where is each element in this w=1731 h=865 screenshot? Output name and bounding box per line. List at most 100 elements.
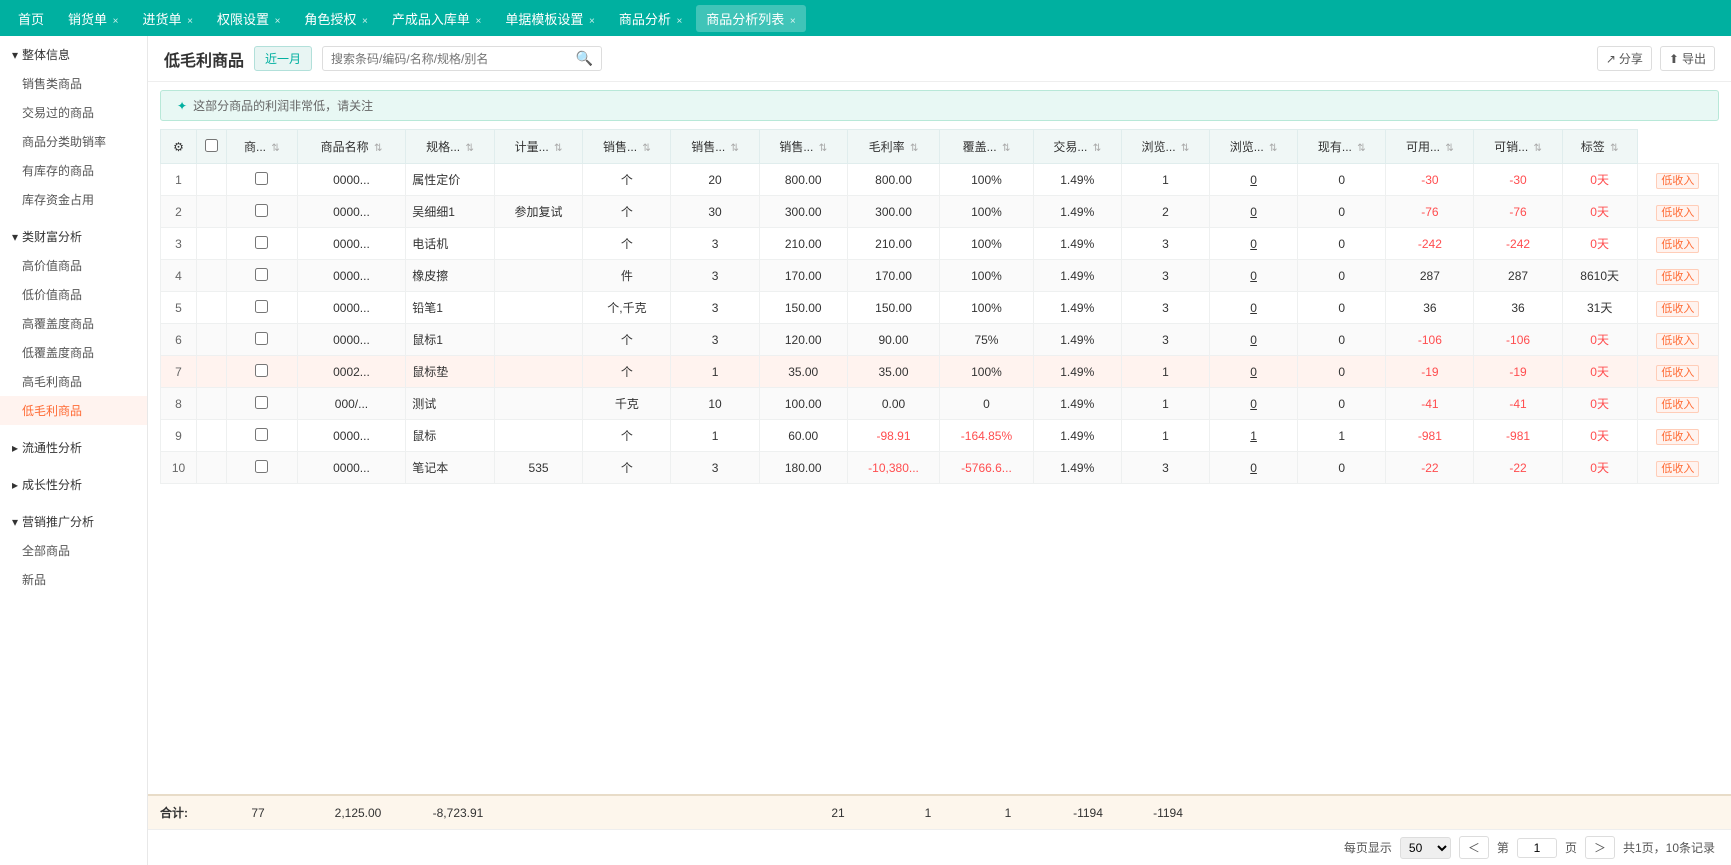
row-checkbox[interactable] [255, 364, 268, 377]
row-view1[interactable]: 0 [1210, 196, 1298, 228]
sidebar-item-stock-capital[interactable]: 库存资金占用 [0, 185, 147, 214]
sidebar-group-title-growth[interactable]: ▸ 成长性分析 [0, 470, 147, 499]
row-checkbox[interactable] [255, 396, 268, 409]
row-checkbox-cell[interactable] [227, 388, 298, 420]
sidebar-group-title-overall[interactable]: ▾ 整体信息 [0, 40, 147, 69]
sidebar-item-high-coverage[interactable]: 高覆盖度商品 [0, 309, 147, 338]
row-view1[interactable]: 0 [1210, 228, 1298, 260]
row-view1[interactable]: 1 [1210, 420, 1298, 452]
nav-product-analysis-list[interactable]: 商品分析列表 × [696, 5, 805, 32]
row-spec [494, 260, 583, 292]
page-number-input[interactable] [1517, 838, 1557, 858]
col-settings[interactable]: ⚙ [161, 130, 197, 164]
sidebar-item-all-goods[interactable]: 全部商品 [0, 536, 147, 565]
nav-close-sales[interactable]: × [113, 16, 119, 27]
row-checkbox[interactable] [255, 300, 268, 313]
sidebar-item-low-margin[interactable]: 低毛利商品 [0, 396, 147, 425]
row-checkbox-cell[interactable] [227, 356, 298, 388]
nav-close-permissions[interactable]: × [275, 16, 281, 27]
row-checkbox[interactable] [255, 204, 268, 217]
nav-product-analysis[interactable]: 商品分析 × [609, 5, 692, 32]
search-icon[interactable]: 🔍 [576, 50, 593, 67]
nav-template-settings[interactable]: 单据模板设置 × [495, 5, 604, 32]
row-code: 0000... [297, 452, 405, 484]
footer-gross: -8,723.91 [408, 806, 508, 820]
row-checkbox-cell[interactable] [227, 228, 298, 260]
nav-close-template[interactable]: × [589, 16, 595, 27]
prev-page-button[interactable]: ＜ [1459, 836, 1489, 859]
row-view1[interactable]: 0 [1210, 356, 1298, 388]
sidebar-item-high-margin[interactable]: 高毛利商品 [0, 367, 147, 396]
sidebar-item-high-value[interactable]: 高价值商品 [0, 251, 147, 280]
nav-close-analysis-list[interactable]: × [790, 16, 796, 27]
row-view1[interactable]: 0 [1210, 452, 1298, 484]
row-view1[interactable]: 0 [1210, 164, 1298, 196]
sidebar-item-category-rate[interactable]: 商品分类助销率 [0, 127, 147, 156]
next-page-button[interactable]: ＞ [1585, 836, 1615, 859]
table-container[interactable]: ⚙ 商... ⇅ 商品名称 ⇅ 规格... ⇅ 计量... ⇅ 销售... ⇅ … [148, 129, 1731, 794]
table-footer: 合计: 77 2,125.00 -8,723.91 21 1 1 -1194 -… [148, 794, 1731, 829]
nav-role-auth[interactable]: 角色授权 × [294, 5, 377, 32]
col-gross: 销售... ⇅ [759, 130, 847, 164]
row-spec [494, 324, 583, 356]
nav-close-analysis[interactable]: × [676, 16, 682, 27]
page-size-select[interactable]: 50 100 200 [1400, 837, 1451, 859]
table-row: 8 000/... 测试 千克 10 100.00 0.00 0 1.49% 1… [161, 388, 1719, 420]
nav-product-entry[interactable]: 产成品入库单 × [382, 5, 491, 32]
row-amount: 60.00 [759, 420, 847, 452]
row-checkbox-cell[interactable] [227, 452, 298, 484]
row-checkbox[interactable] [255, 332, 268, 345]
nav-close-role[interactable]: × [362, 16, 368, 27]
row-view1[interactable]: 0 [1210, 292, 1298, 324]
row-checkbox-cell[interactable] [227, 292, 298, 324]
row-view1[interactable]: 0 [1210, 324, 1298, 356]
search-input[interactable] [331, 52, 572, 66]
sidebar-item-stock-goods[interactable]: 有库存的商品 [0, 156, 147, 185]
settings-icon[interactable]: ⚙ [173, 140, 184, 154]
sidebar-item-low-value[interactable]: 低价值商品 [0, 280, 147, 309]
row-unit: 个 [583, 356, 671, 388]
row-gross: 90.00 [847, 324, 939, 356]
row-available: -981 [1474, 420, 1562, 452]
row-checkbox[interactable] [255, 236, 268, 249]
nav-permissions[interactable]: 权限设置 × [207, 5, 290, 32]
nav-purchase-order[interactable]: 进货单 × [132, 5, 202, 32]
row-checkbox-cell[interactable] [227, 420, 298, 452]
sidebar-item-low-coverage[interactable]: 低覆盖度商品 [0, 338, 147, 367]
footer-label: 合计: [160, 804, 188, 821]
col-tag: 标签 ⇅ [1562, 130, 1637, 164]
row-view1[interactable]: 0 [1210, 260, 1298, 292]
sidebar-item-traded-goods[interactable]: 交易过的商品 [0, 98, 147, 127]
export-button[interactable]: ⬆ 导出 [1660, 46, 1715, 71]
row-checkbox[interactable] [255, 428, 268, 441]
nav-sales-order[interactable]: 销货单 × [58, 5, 128, 32]
row-coverage: 1.49% [1033, 452, 1121, 484]
nav-home[interactable]: 首页 [8, 5, 54, 32]
sidebar-item-new-goods[interactable]: 新品 [0, 565, 147, 594]
row-gross: 150.00 [847, 292, 939, 324]
row-tag: 低收入 [1637, 420, 1718, 452]
row-checkbox[interactable] [255, 460, 268, 473]
share-button[interactable]: ↗ 分享 [1597, 46, 1652, 71]
sidebar-group-title-marketing[interactable]: ▾ 营销推广分析 [0, 507, 147, 536]
row-gross: -98.91 [847, 420, 939, 452]
row-checkbox-cell[interactable] [227, 164, 298, 196]
row-code: 0000... [297, 420, 405, 452]
row-checkbox[interactable] [255, 172, 268, 185]
row-checkbox-cell[interactable] [227, 196, 298, 228]
nav-close-product[interactable]: × [476, 16, 482, 27]
select-all-checkbox[interactable] [205, 139, 218, 152]
row-checkbox-cell[interactable] [227, 260, 298, 292]
nav-close-purchase[interactable]: × [187, 16, 193, 27]
row-qty: 3 [671, 452, 759, 484]
row-checkbox-cell[interactable] [227, 324, 298, 356]
row-checkbox[interactable] [255, 268, 268, 281]
col-checkbox[interactable] [197, 130, 227, 164]
row-trade: 1 [1121, 420, 1209, 452]
sidebar-group-title-wealth[interactable]: ▾ 类财富分析 [0, 222, 147, 251]
row-view1[interactable]: 0 [1210, 388, 1298, 420]
filter-button[interactable]: 近一月 [254, 46, 312, 71]
col-spec: 规格... ⇅ [406, 130, 495, 164]
sidebar-item-sales-goods[interactable]: 销售类商品 [0, 69, 147, 98]
sidebar-group-title-circulation[interactable]: ▸ 流通性分析 [0, 433, 147, 462]
